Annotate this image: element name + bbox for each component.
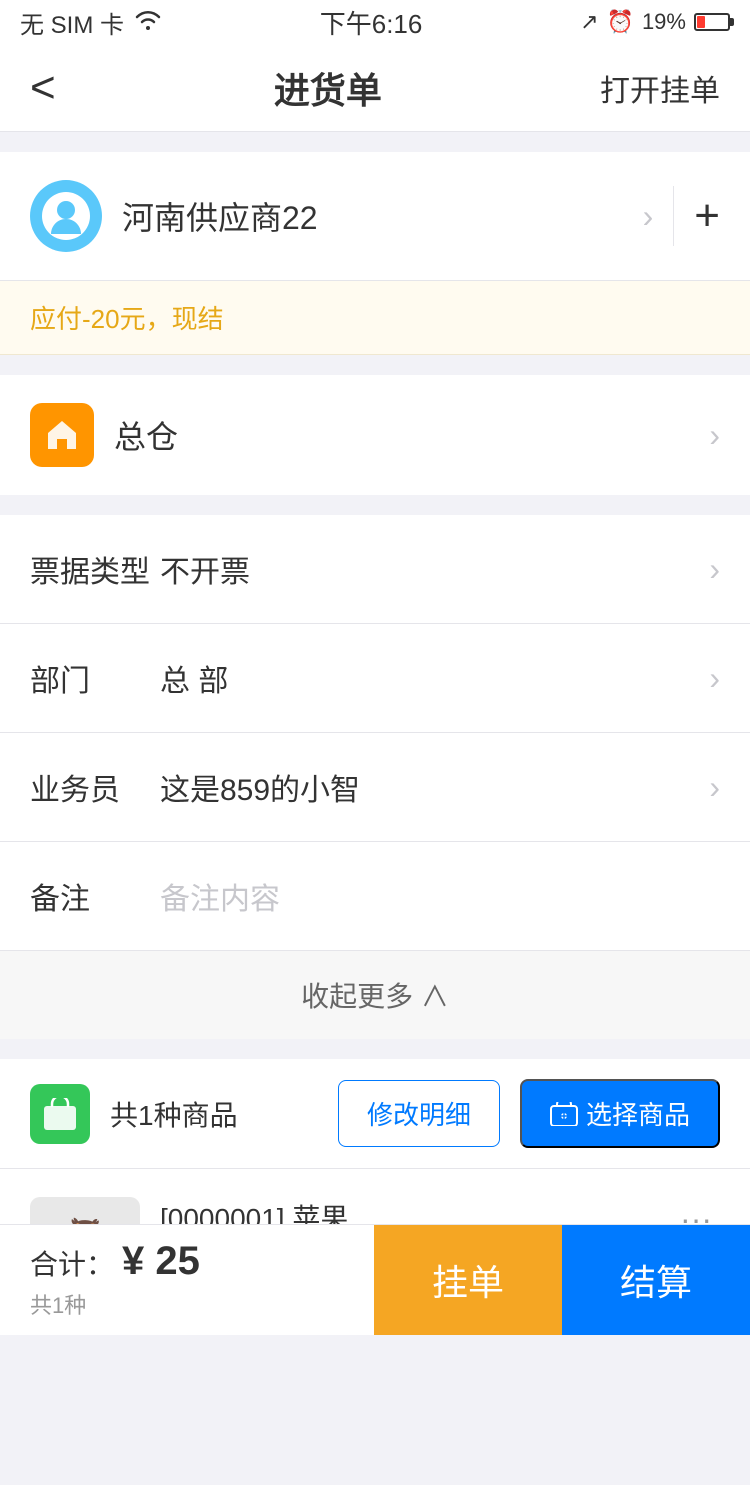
section-gap-4 xyxy=(0,1039,750,1059)
pending-button[interactable]: 挂单 xyxy=(374,1225,562,1335)
status-time: 下午6:16 xyxy=(320,4,423,41)
total-label: 合计： ¥ 25 xyxy=(30,1239,344,1284)
section-gap-1 xyxy=(0,132,750,152)
info-banner: 应付-20元，现结 xyxy=(0,281,750,355)
remark-row[interactable]: 备注 备注内容 xyxy=(0,841,750,950)
dept-chevron-icon: › xyxy=(709,660,720,697)
products-header: 共1种商品 修改明细 选择商品 xyxy=(0,1059,750,1168)
total-section: 合计： ¥ 25 共1种 xyxy=(0,1239,374,1320)
supplier-row[interactable]: 河南供应商22 › + xyxy=(0,152,750,281)
status-bar: 无 SIM 卡 下午6:16 ↗ ⏰ 19% xyxy=(0,0,750,44)
nav-bar: < 进货单 打开挂单 xyxy=(0,44,750,132)
invoice-row[interactable]: 票据类型 不开票 › xyxy=(0,515,750,623)
total-amount: ¥ 25 xyxy=(122,1239,200,1284)
supplier-divider xyxy=(673,186,674,246)
carrier-label: 无 SIM 卡 xyxy=(20,5,124,40)
invoice-chevron-icon: › xyxy=(709,551,720,588)
warehouse-row[interactable]: 总仓 › xyxy=(0,375,750,495)
section-gap-3 xyxy=(0,495,750,515)
select-product-button[interactable]: 选择商品 xyxy=(520,1079,720,1148)
warehouse-section[interactable]: 总仓 › xyxy=(0,375,750,495)
supplier-avatar xyxy=(30,180,102,252)
battery-icon xyxy=(694,13,730,31)
sales-row[interactable]: 业务员 这是859的小智 › xyxy=(0,732,750,841)
remark-label: 备注 xyxy=(30,874,160,918)
collapse-button[interactable]: 收起更多 ∧ xyxy=(0,950,750,1039)
status-bar-right: ↗ ⏰ 19% xyxy=(580,9,730,35)
supplier-chevron-icon: › xyxy=(643,198,654,235)
invoice-value: 不开票 xyxy=(160,547,709,591)
alarm-icon: ⏰ xyxy=(607,9,634,35)
total-text: 合计： xyxy=(30,1243,114,1283)
edit-detail-button[interactable]: 修改明细 xyxy=(338,1080,500,1147)
page-title: 进货单 xyxy=(274,62,382,114)
back-button[interactable]: < xyxy=(30,66,56,110)
open-pending-button[interactable]: 打开挂单 xyxy=(600,66,720,110)
dept-row[interactable]: 部门 总 部 › xyxy=(0,623,750,732)
battery-percent: 19% xyxy=(642,9,686,35)
section-gap-2 xyxy=(0,355,750,375)
select-product-label: 选择商品 xyxy=(586,1095,690,1132)
warehouse-chevron-icon: › xyxy=(709,417,720,454)
sales-label: 业务员 xyxy=(30,765,160,809)
bottom-spacer xyxy=(0,1335,750,1375)
products-count: 共1种商品 xyxy=(110,1094,318,1134)
dept-value: 总 部 xyxy=(160,656,709,700)
supplier-section: 河南供应商22 › + 应付-20元，现结 xyxy=(0,152,750,355)
remark-input[interactable]: 备注内容 xyxy=(160,874,720,918)
form-section: 票据类型 不开票 › 部门 总 部 › 业务员 这是859的小智 › 备注 备注… xyxy=(0,515,750,1039)
wifi-icon xyxy=(134,8,162,37)
sales-value: 这是859的小智 xyxy=(160,765,709,809)
warehouse-name: 总仓 xyxy=(114,412,709,458)
supplier-name: 河南供应商22 xyxy=(122,193,643,239)
warehouse-icon xyxy=(30,403,94,467)
location-icon: ↗ xyxy=(580,9,598,35)
invoice-label: 票据类型 xyxy=(30,547,160,591)
sales-chevron-icon: › xyxy=(709,769,720,806)
checkout-button[interactable]: 结算 xyxy=(562,1225,750,1335)
dept-label: 部门 xyxy=(30,656,160,700)
products-icon xyxy=(30,1084,90,1144)
supplier-add-button[interactable]: + xyxy=(694,191,720,241)
bottom-bar: 合计： ¥ 25 共1种 挂单 结算 xyxy=(0,1224,750,1334)
status-bar-left: 无 SIM 卡 xyxy=(20,5,162,40)
total-sub: 共1种 xyxy=(30,1288,344,1320)
